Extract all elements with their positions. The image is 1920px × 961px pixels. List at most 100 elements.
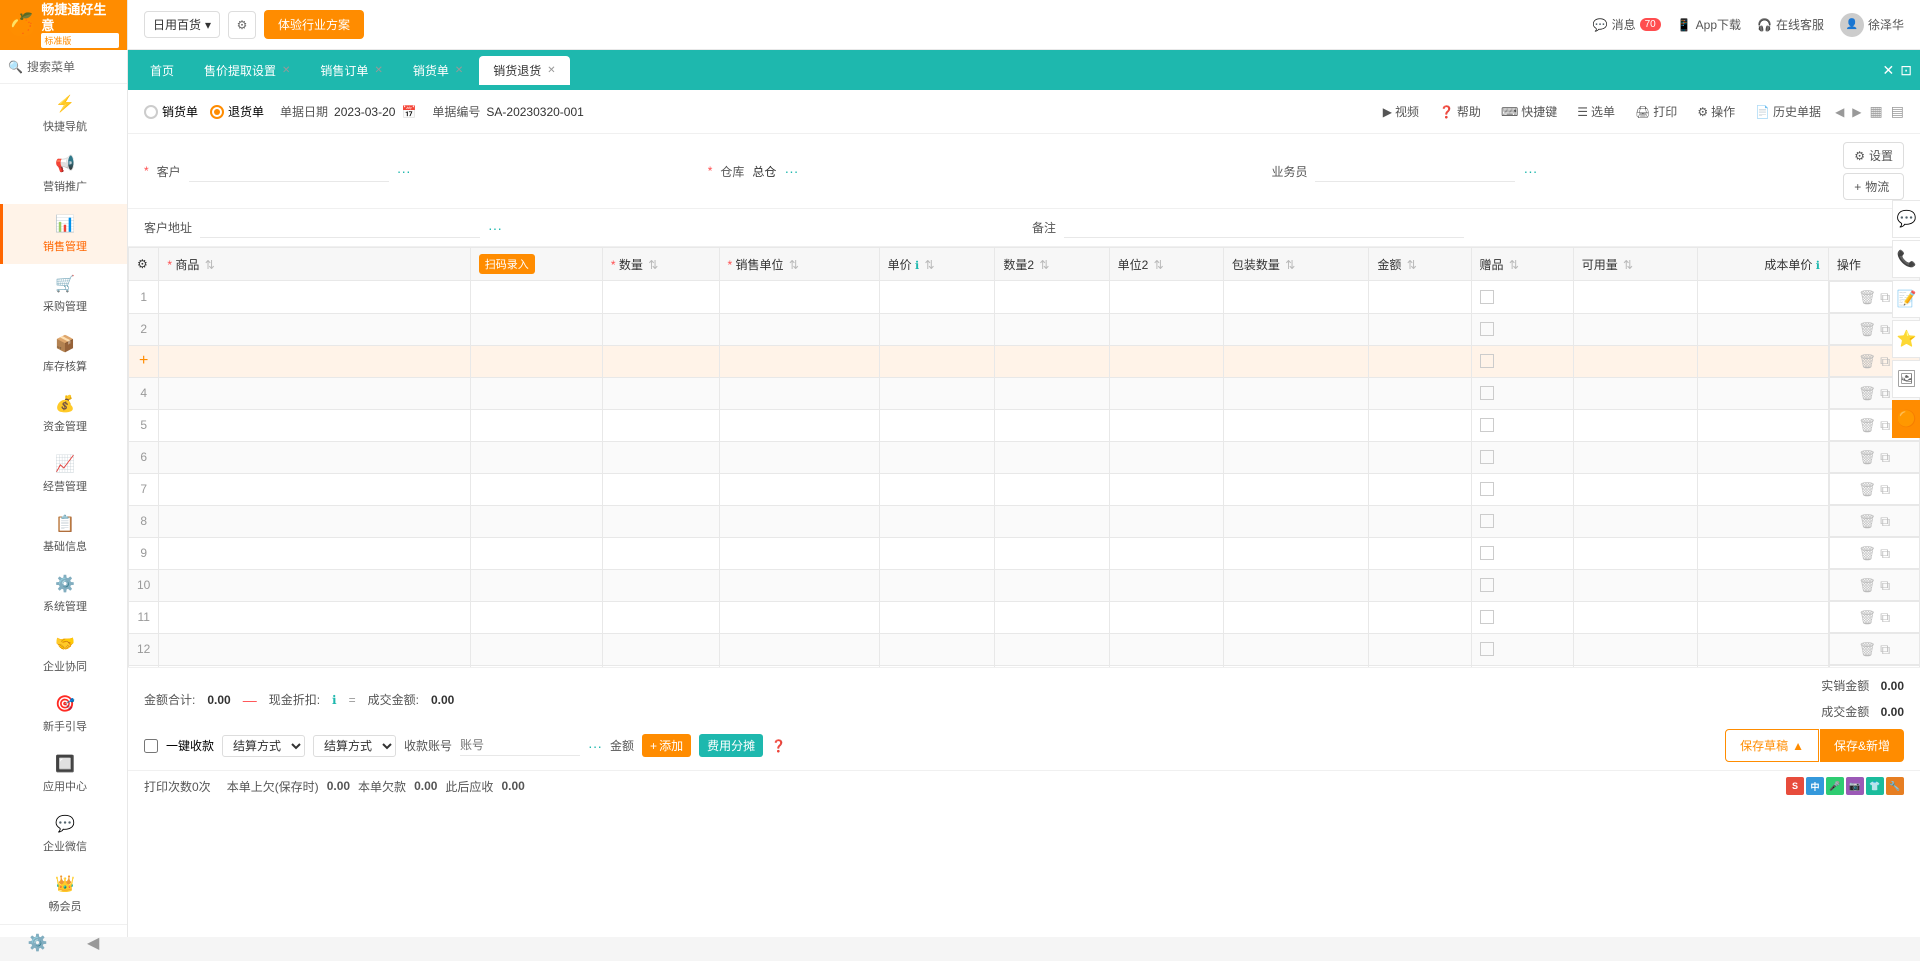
toolbar-history[interactable]: 📄 历史单据 xyxy=(1749,100,1827,123)
unit-cell-6[interactable] xyxy=(719,441,879,473)
expense-help-icon[interactable]: ❓ xyxy=(771,739,786,753)
sidebar-item-guide[interactable]: 🎯 新手引导 xyxy=(0,684,127,744)
row-delete-11[interactable]: 🗑 xyxy=(1858,609,1876,626)
tab-sales-delivery-close[interactable]: ✕ xyxy=(455,65,463,76)
row-copy-11[interactable]: ⧉ xyxy=(1880,609,1890,626)
sidebar-item-apps[interactable]: 🔲 应用中心 xyxy=(0,744,127,804)
gift-checkbox-2[interactable] xyxy=(1480,322,1494,336)
row-delete-3[interactable]: 🗑 xyxy=(1858,353,1876,370)
unit-cell-5[interactable] xyxy=(719,409,879,441)
row-copy-7[interactable]: ⧉ xyxy=(1880,481,1890,498)
row-delete-1[interactable]: 🗑 xyxy=(1858,289,1876,306)
gift-cell-2[interactable] xyxy=(1471,313,1573,345)
product-cell-4[interactable] xyxy=(159,377,470,409)
tab-price-setting[interactable]: 售价提取设置 ✕ xyxy=(190,56,304,85)
product-cell-7[interactable] xyxy=(159,473,470,505)
price-cell-12[interactable] xyxy=(879,633,995,665)
product-cell-3[interactable] xyxy=(159,345,470,377)
unit-cell-4[interactable] xyxy=(719,377,879,409)
row-delete-4[interactable]: 🗑 xyxy=(1858,385,1876,402)
toolbar-operations[interactable]: ⚙ 操作 xyxy=(1691,100,1741,123)
price-cell-11[interactable] xyxy=(879,601,995,633)
qty-cell-5[interactable] xyxy=(602,409,719,441)
qty2-cell-5[interactable] xyxy=(995,409,1109,441)
gift-checkbox-10[interactable] xyxy=(1480,578,1494,592)
right-panel-active[interactable]: 🟠 xyxy=(1892,400,1920,438)
product-cell-2[interactable] xyxy=(159,313,470,345)
qty-cell-10[interactable] xyxy=(602,569,719,601)
toolbar-shortcut[interactable]: ⌨ 快捷键 xyxy=(1495,100,1563,123)
unit-cell-2[interactable] xyxy=(719,313,879,345)
address-input[interactable] xyxy=(200,217,480,238)
row-copy-6[interactable]: ⧉ xyxy=(1880,449,1890,466)
qty-cell-4[interactable] xyxy=(602,377,719,409)
account-ellipsis[interactable]: ··· xyxy=(588,738,602,754)
sidebar-item-inventory[interactable]: 📦 库存核算 xyxy=(0,324,127,384)
discount-info-icon[interactable]: ℹ xyxy=(332,693,337,707)
row-delete-9[interactable]: 🗑 xyxy=(1858,545,1876,562)
qty-cell-1[interactable] xyxy=(602,281,719,314)
gift-checkbox-11[interactable] xyxy=(1480,610,1494,624)
sidebar-item-finance[interactable]: 💰 资金管理 xyxy=(0,384,127,444)
qty-cell-12[interactable] xyxy=(602,633,719,665)
gift-cell-5[interactable] xyxy=(1471,409,1573,441)
customer-input[interactable] xyxy=(189,161,389,182)
nav-prev[interactable]: ◀ xyxy=(1835,105,1844,119)
gear-header-icon[interactable]: ⚙ xyxy=(137,257,148,271)
gift-cell-10[interactable] xyxy=(1471,569,1573,601)
view-list-icon[interactable]: ▦ xyxy=(1870,103,1883,120)
row-delete-2[interactable]: 🗑 xyxy=(1858,321,1876,338)
gift-cell-6[interactable] xyxy=(1471,441,1573,473)
remarks-input[interactable] xyxy=(1064,217,1464,238)
sidebar-bottom-collapse[interactable]: ◀ xyxy=(87,933,99,953)
industry-select[interactable]: 日用百货 ▾ xyxy=(144,11,220,38)
qty2-cell-12[interactable] xyxy=(995,633,1109,665)
calc-method-select[interactable]: 结算方式 xyxy=(313,735,396,757)
unit-cell-9[interactable] xyxy=(719,537,879,569)
unit-cell-11[interactable] xyxy=(719,601,879,633)
price-cell-8[interactable] xyxy=(879,505,995,537)
product-cell-9[interactable] xyxy=(159,537,470,569)
staff-input[interactable] xyxy=(1315,161,1515,182)
unit-cell-1[interactable] xyxy=(719,281,879,314)
gift-checkbox-5[interactable] xyxy=(1480,418,1494,432)
tab-sales-return[interactable]: 销货退货 ✕ xyxy=(479,56,569,85)
expense-btn[interactable]: 费用分摊 xyxy=(699,734,763,757)
product-cell-11[interactable] xyxy=(159,601,470,633)
row-copy-1[interactable]: ⧉ xyxy=(1880,289,1890,306)
qty-sort-icon[interactable]: ⇅ xyxy=(648,258,658,272)
gift-checkbox-7[interactable] xyxy=(1480,482,1494,496)
product-cell-12[interactable] xyxy=(159,633,470,665)
sidebar-bottom-settings[interactable]: ⚙️ xyxy=(28,933,48,953)
qty2-cell-8[interactable] xyxy=(995,505,1109,537)
qty-cell-3[interactable] xyxy=(602,345,719,377)
price-cell-4[interactable] xyxy=(879,377,995,409)
product-input-active[interactable] xyxy=(167,354,461,368)
row-copy-9[interactable]: ⧉ xyxy=(1880,545,1890,562)
gift-cell-11[interactable] xyxy=(1471,601,1573,633)
gift-checkbox-8[interactable] xyxy=(1480,514,1494,528)
gift-sort-icon[interactable]: ⇅ xyxy=(1509,258,1519,272)
tab-sales-order-close[interactable]: ✕ xyxy=(374,65,382,76)
amount-sort-icon[interactable]: ⇅ xyxy=(1407,258,1417,272)
settle-method-select[interactable]: 结算方式 xyxy=(222,735,305,757)
pack-sort-icon[interactable]: ⇅ xyxy=(1285,258,1295,272)
price-cell-9[interactable] xyxy=(879,537,995,569)
unit-cell-10[interactable] xyxy=(719,569,879,601)
row-delete-10[interactable]: 🗑 xyxy=(1858,577,1876,594)
tab-sales-return-close[interactable]: ✕ xyxy=(547,65,555,76)
price-cell-7[interactable] xyxy=(879,473,995,505)
unit-cell-12[interactable] xyxy=(719,633,879,665)
product-cell-8[interactable] xyxy=(159,505,470,537)
gift-cell-4[interactable] xyxy=(1471,377,1573,409)
warehouse-ellipsis[interactable]: ··· xyxy=(784,163,798,179)
sidebar-item-shortcut[interactable]: ⚡ 快捷导航 xyxy=(0,84,127,144)
price-cell-6[interactable] xyxy=(879,441,995,473)
price-info-icon[interactable]: ℹ xyxy=(915,260,919,272)
experience-btn[interactable]: 体验行业方案 xyxy=(264,10,364,39)
sidebar-item-wechat[interactable]: 💬 企业微信 xyxy=(0,804,127,864)
cost-info-icon[interactable]: ℹ xyxy=(1816,260,1820,272)
tab-sales-delivery[interactable]: 销货单 ✕ xyxy=(399,56,477,85)
toolbar-print[interactable]: 🖨 打印 xyxy=(1629,100,1683,123)
gift-cell-1[interactable] xyxy=(1471,281,1573,314)
